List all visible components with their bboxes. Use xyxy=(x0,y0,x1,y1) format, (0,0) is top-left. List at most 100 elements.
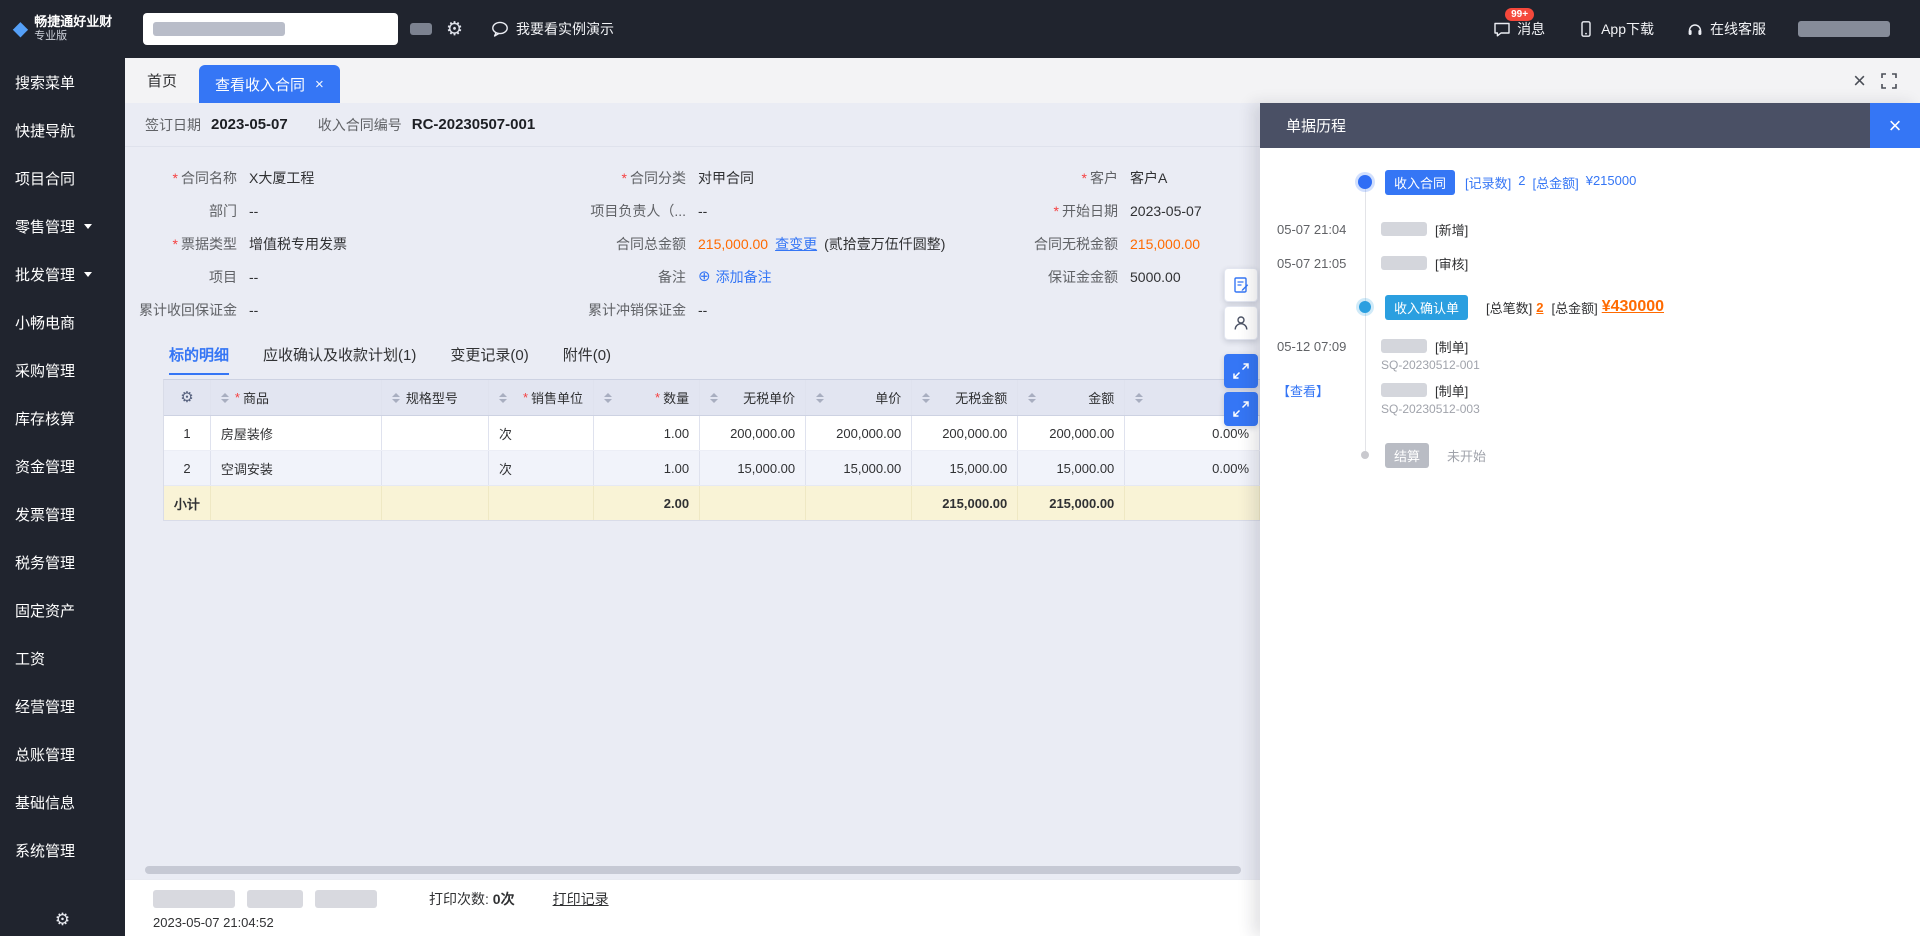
history-close-button[interactable]: × xyxy=(1870,103,1920,148)
table-row[interactable]: 2 空调安装 次 1.00 15,000.00 15,000.00 15,000… xyxy=(164,451,1260,486)
sign-date-label: 签订日期 xyxy=(145,116,201,133)
tab-attachments[interactable]: 附件(0) xyxy=(563,344,611,375)
income-contract-meta: [记录数] 2 [总金额] ¥215000 xyxy=(1465,173,1636,192)
sort-icon[interactable] xyxy=(816,392,825,403)
sidebar-item-label: 资金管理 xyxy=(15,458,76,476)
sidebar-item-system[interactable]: 系统管理 xyxy=(0,826,125,874)
sort-icon[interactable] xyxy=(391,392,400,403)
contact-button[interactable] xyxy=(1224,306,1258,340)
qty-cell: 1.00 xyxy=(594,416,701,450)
redacted-button[interactable] xyxy=(315,890,377,908)
chevron-down-icon xyxy=(84,271,93,277)
required-mark: * xyxy=(522,390,529,405)
amount-in-words: (贰拾壹万伍仟圆整) xyxy=(824,235,946,252)
tab-close-icon[interactable]: × xyxy=(315,76,324,93)
fullscreen-icon[interactable] xyxy=(1880,72,1898,90)
qty-cell: 1.00 xyxy=(594,451,701,485)
income-confirm-badge[interactable]: 收入确认单 xyxy=(1385,294,1469,320)
tab-view-income-contract[interactable]: 查看收入合同 × xyxy=(199,65,340,103)
table-row[interactable]: 1 房屋装修 次 1.00 200,000.00 200,000.00 200,… xyxy=(164,416,1260,451)
sidebar-item-fixed-assets[interactable]: 固定资产 xyxy=(0,586,125,634)
income-contract-badge[interactable]: 收入合同 xyxy=(1385,169,1456,195)
sidebar-item-base-info[interactable]: 基础信息 xyxy=(0,778,125,826)
empty-cell xyxy=(700,486,807,520)
redacted-user-name xyxy=(1381,222,1427,236)
view-link[interactable]: 【查看】 xyxy=(1277,381,1363,400)
redacted-user-name xyxy=(1381,339,1427,353)
sidebar-item-label: 经营管理 xyxy=(15,698,76,716)
sort-icon[interactable] xyxy=(922,392,931,403)
sidebar-item-purchase[interactable]: 采购管理 xyxy=(0,346,125,394)
sidebar-item-retail[interactable]: 零售管理 xyxy=(0,202,125,250)
expand-button[interactable] xyxy=(1224,392,1258,426)
required-mark: * xyxy=(655,390,661,405)
redacted-text xyxy=(410,23,432,35)
subtotal-qty: 2.00 xyxy=(594,486,701,520)
horizontal-scrollbar[interactable] xyxy=(145,866,1241,874)
sidebar-item-operations[interactable]: 经营管理 xyxy=(0,682,125,730)
form-row: 累计收回保证金 -- 累计冲销保证金 -- xyxy=(125,293,1260,326)
demo-link[interactable]: 我要看实例演示 xyxy=(491,19,614,39)
messages-button[interactable]: 99+ 消息 xyxy=(1493,8,1545,39)
sort-icon[interactable] xyxy=(604,392,613,403)
sidebar-item-payroll[interactable]: 工资 xyxy=(0,634,125,682)
expand-icon xyxy=(1233,401,1249,417)
sidebar-item-label: 总账管理 xyxy=(15,746,76,764)
income-contract-view: 签订日期 2023-05-07 收入合同编号 RC-20230507-001 *… xyxy=(125,103,1260,936)
redacted-button[interactable] xyxy=(247,890,303,908)
sidebar-item-wholesale[interactable]: 批发管理 xyxy=(0,250,125,298)
sort-icon[interactable] xyxy=(498,392,507,403)
column-settings-gear-icon[interactable]: ⚙ xyxy=(180,390,193,405)
add-note-link[interactable]: ⊕ 添加备注 xyxy=(698,267,772,287)
settings-gear-icon[interactable]: ⚙ xyxy=(446,20,463,39)
global-search-input[interactable] xyxy=(143,13,398,45)
sidebar-item-project-contract[interactable]: 项目合同 xyxy=(0,154,125,202)
sidebar-item-tax[interactable]: 税务管理 xyxy=(0,538,125,586)
sidebar-item-general-ledger[interactable]: 总账管理 xyxy=(0,730,125,778)
confirm-amount-value[interactable]: ¥430000 xyxy=(1602,298,1664,316)
app-logo[interactable]: ◆ 畅捷通好业财 专业版 xyxy=(0,0,125,58)
doc-header: 签订日期 2023-05-07 收入合同编号 RC-20230507-001 xyxy=(125,103,1260,147)
sort-icon[interactable] xyxy=(1028,392,1037,403)
demo-link-label: 我要看实例演示 xyxy=(516,21,615,37)
view-changes-link[interactable]: 查变更 xyxy=(775,234,817,254)
sidebar-item-funds[interactable]: 资金管理 xyxy=(0,442,125,490)
redacted-user-name[interactable] xyxy=(1798,21,1890,37)
page-close-icon[interactable]: × xyxy=(1853,69,1866,92)
redacted-button[interactable] xyxy=(153,890,235,908)
sidebar-item-inventory[interactable]: 库存核算 xyxy=(0,394,125,442)
sort-icon[interactable] xyxy=(710,392,719,403)
sidebar-item-invoice[interactable]: 发票管理 xyxy=(0,490,125,538)
document-history-button[interactable] xyxy=(1224,268,1258,302)
sidebar-item-ecommerce[interactable]: 小畅电商 xyxy=(0,298,125,346)
sidebar-item-search-menu[interactable]: 搜索菜单 xyxy=(0,58,125,106)
history-panel-header: 单据历程 × xyxy=(1260,103,1920,148)
tab-item-detail[interactable]: 标的明细 xyxy=(169,344,230,375)
sort-icon[interactable] xyxy=(220,392,229,403)
expand-button[interactable] xyxy=(1224,354,1258,388)
online-support-button[interactable]: 在线客服 xyxy=(1686,19,1766,39)
sign-date-value: 2023-05-07 xyxy=(211,116,288,133)
expand-icon xyxy=(1233,363,1249,379)
last-modified-timestamp: 2023-05-07 21:04:52 xyxy=(153,915,274,930)
app-download-button[interactable]: App下载 xyxy=(1577,19,1654,39)
header-spec: 规格型号 xyxy=(382,380,489,415)
tab-home[interactable]: 首页 xyxy=(125,58,199,103)
price-notax-cell: 15,000.00 xyxy=(700,451,807,485)
project-label: 项目 xyxy=(209,268,237,285)
tab-change-records[interactable]: 变更记录(0) xyxy=(450,344,528,375)
deposit-amount-label: 保证金金额 xyxy=(1048,268,1118,285)
confirm-count-value[interactable]: 2 xyxy=(1536,300,1543,315)
redacted-user-name xyxy=(1381,383,1427,397)
invoice-type-label: * 票据类型 xyxy=(172,235,237,252)
print-log-link[interactable]: 打印记录 xyxy=(553,889,609,909)
sort-icon[interactable] xyxy=(1135,392,1144,403)
empty-cell xyxy=(806,486,913,520)
sidebar-item-label: 发票管理 xyxy=(15,506,76,524)
sidebar-item-quick-nav[interactable]: 快捷导航 xyxy=(0,106,125,154)
price-notax-cell: 200,000.00 xyxy=(700,416,807,450)
sidebar-settings-gear-icon[interactable]: ⚙ xyxy=(0,910,125,930)
event-date: 05-07 21:05 xyxy=(1277,255,1347,271)
tab-label: 查看收入合同 xyxy=(215,76,306,94)
tab-receivable-plan[interactable]: 应收确认及收款计划(1) xyxy=(263,344,416,375)
